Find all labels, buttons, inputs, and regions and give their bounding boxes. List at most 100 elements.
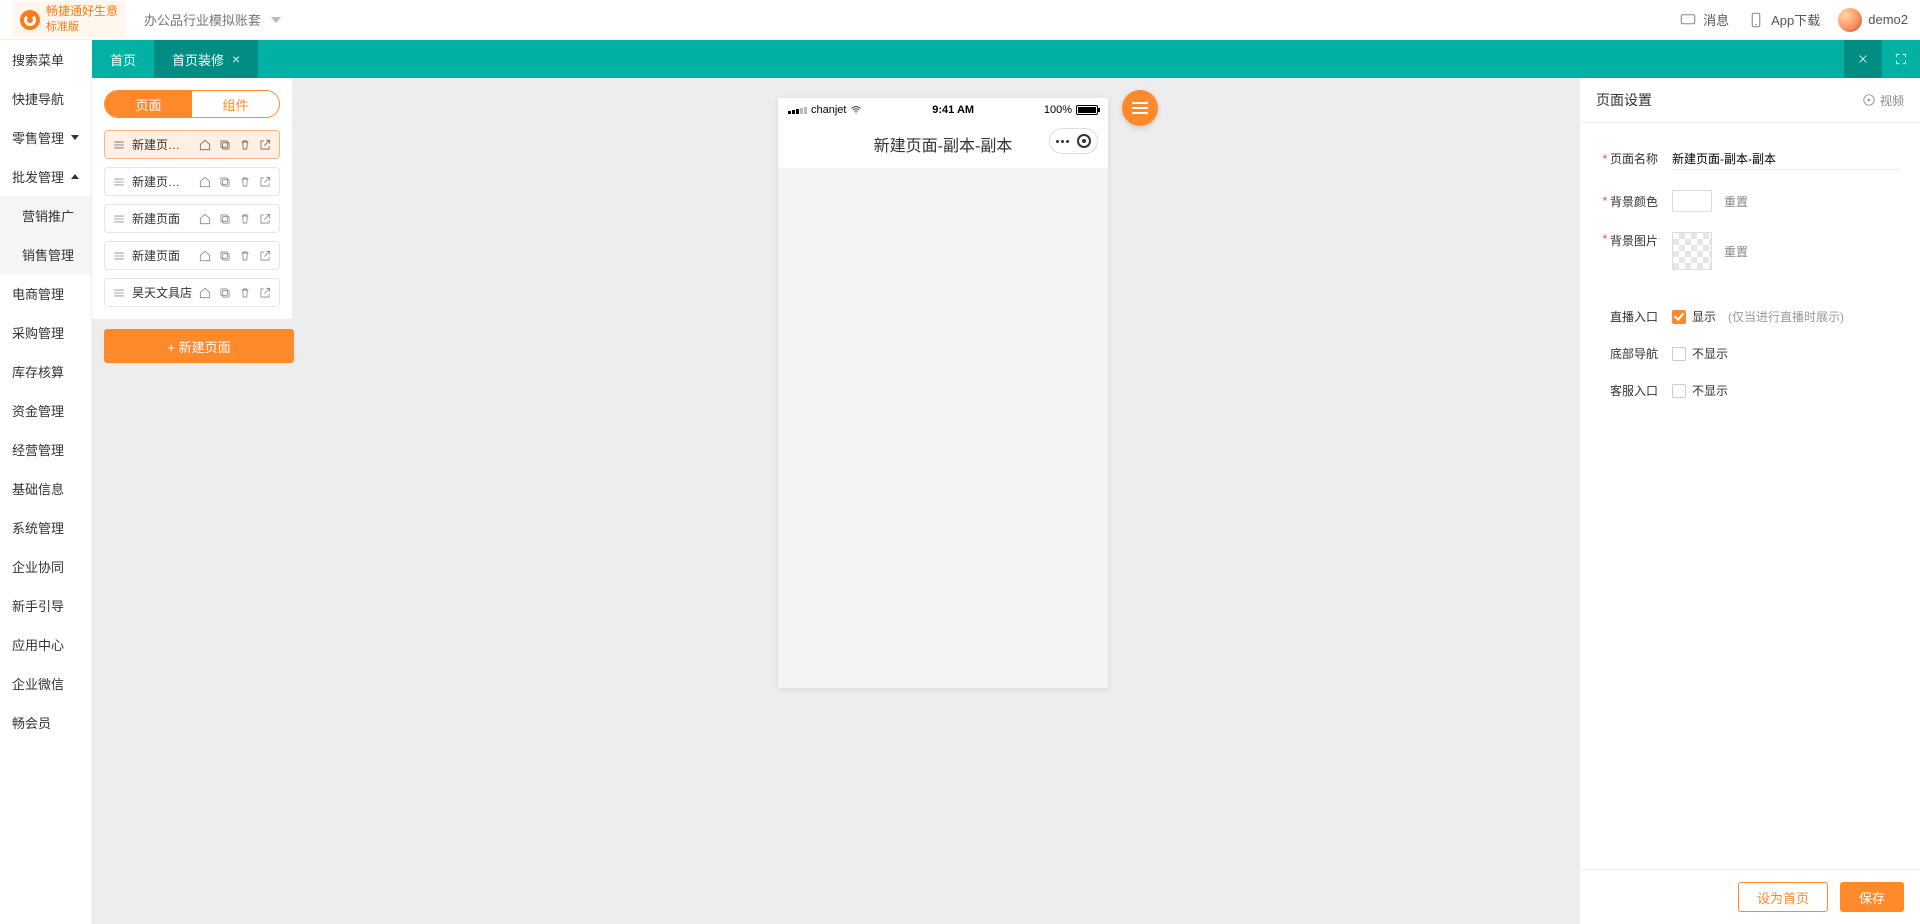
page-list-item[interactable]: 新建页面-副本...: [104, 130, 280, 159]
phone-icon: [1747, 11, 1765, 29]
home-icon[interactable]: [198, 138, 212, 152]
tab-page-decor[interactable]: 首页装修 ×: [154, 40, 258, 78]
carrier-label: chanjet: [811, 104, 846, 116]
topbar-user[interactable]: demo2: [1838, 8, 1908, 32]
home-icon[interactable]: [198, 175, 212, 189]
new-page-button[interactable]: + 新建页面: [104, 329, 294, 363]
sidebar-item-3[interactable]: 批发管理: [0, 157, 91, 196]
delete-icon[interactable]: [238, 175, 252, 189]
external-link-icon[interactable]: [258, 175, 272, 189]
account-selector-label: 办公品行业模拟账套: [144, 10, 261, 29]
phone-capsule[interactable]: [1049, 128, 1098, 154]
drag-handle-icon[interactable]: [112, 175, 126, 189]
close-icon[interactable]: ×: [232, 51, 240, 67]
seg-page-button[interactable]: 页面: [105, 91, 192, 117]
sidebar-item-6[interactable]: 电商管理: [0, 274, 91, 313]
sidebar-item-label: 企业微信: [12, 674, 64, 693]
settings-title: 页面设置: [1596, 90, 1652, 110]
sidebar-item-label: 零售管理: [12, 128, 64, 147]
bg-color-swatch[interactable]: [1672, 190, 1712, 212]
menu-fab-button[interactable]: [1122, 90, 1158, 126]
delete-icon[interactable]: [238, 138, 252, 152]
fullscreen-button[interactable]: [1882, 40, 1920, 78]
bottom-nav-checkbox[interactable]: 不显示: [1672, 345, 1728, 362]
required-icon: *: [1600, 152, 1610, 166]
drag-handle-icon[interactable]: [112, 138, 126, 152]
sidebar-item-15[interactable]: 应用中心: [0, 625, 91, 664]
delete-icon[interactable]: [238, 286, 252, 300]
page-item-name: 新建页面-副本...: [132, 136, 192, 153]
sidebar-item-label: 库存核算: [12, 362, 64, 381]
page-list-item[interactable]: 新建页面: [104, 241, 280, 270]
drag-handle-icon[interactable]: [112, 212, 126, 226]
external-link-icon[interactable]: [258, 212, 272, 226]
copy-icon[interactable]: [218, 286, 232, 300]
page-list-item[interactable]: 新建页面-副本: [104, 167, 280, 196]
topbar-messages[interactable]: 消息: [1679, 10, 1729, 29]
external-link-icon[interactable]: [258, 138, 272, 152]
delete-icon[interactable]: [238, 212, 252, 226]
chevron-down-icon: [271, 17, 281, 23]
sidebar-item-17[interactable]: 畅会员: [0, 703, 91, 742]
preview-canvas: chanjet 9:41 AM 100% 新建页面-副本-副本: [306, 78, 1580, 924]
save-button[interactable]: 保存: [1840, 882, 1904, 912]
home-icon[interactable]: [198, 286, 212, 300]
sidebar-item-9[interactable]: 资金管理: [0, 391, 91, 430]
copy-icon[interactable]: [218, 175, 232, 189]
page-name-label: 页面名称: [1610, 150, 1672, 167]
phone-body[interactable]: [778, 168, 1108, 688]
sidebar-item-label: 企业协同: [12, 557, 64, 576]
sidebar-item-11[interactable]: 基础信息: [0, 469, 91, 508]
page-name-input[interactable]: [1672, 147, 1900, 170]
external-link-icon[interactable]: [258, 249, 272, 263]
signal-icon: [788, 107, 807, 114]
sidebar-item-8[interactable]: 库存核算: [0, 352, 91, 391]
account-selector[interactable]: 办公品行业模拟账套: [144, 10, 281, 29]
home-icon[interactable]: [198, 249, 212, 263]
sidebar-item-1[interactable]: 快捷导航: [0, 79, 91, 118]
page-list-item[interactable]: 昊天文具店: [104, 278, 280, 307]
external-link-icon[interactable]: [258, 286, 272, 300]
sidebar-item-label: 畅会员: [12, 713, 51, 732]
bg-color-reset[interactable]: 重置: [1724, 193, 1748, 210]
sidebar: 搜索菜单快捷导航零售管理批发管理营销推广销售管理电商管理采购管理库存核算资金管理…: [0, 40, 92, 924]
sidebar-item-5[interactable]: 销售管理: [0, 235, 91, 274]
topbar-download[interactable]: App下载: [1747, 10, 1820, 29]
sidebar-item-13[interactable]: 企业协同: [0, 547, 91, 586]
delete-icon[interactable]: [238, 249, 252, 263]
target-icon: [1077, 134, 1091, 148]
sidebar-item-7[interactable]: 采购管理: [0, 313, 91, 352]
more-icon: [1056, 140, 1069, 143]
set-home-button[interactable]: 设为首页: [1738, 882, 1828, 912]
copy-icon[interactable]: [218, 212, 232, 226]
bg-image-picker[interactable]: [1672, 232, 1712, 270]
seg-component-button[interactable]: 组件: [192, 91, 279, 117]
copy-icon[interactable]: [218, 249, 232, 263]
live-hint: (仅当进行直播时展示): [1728, 308, 1844, 325]
brand-logo[interactable]: 畅捷通好生意 标准版: [12, 1, 126, 38]
sidebar-item-10[interactable]: 经营管理: [0, 430, 91, 469]
copy-icon[interactable]: [218, 138, 232, 152]
tab-home[interactable]: 首页: [92, 40, 154, 78]
drag-handle-icon[interactable]: [112, 249, 126, 263]
video-help-link[interactable]: 视频: [1862, 92, 1904, 109]
sidebar-item-2[interactable]: 零售管理: [0, 118, 91, 157]
live-show-checkbox[interactable]: 显示: [1672, 308, 1716, 325]
drag-handle-icon[interactable]: [112, 286, 126, 300]
sidebar-item-16[interactable]: 企业微信: [0, 664, 91, 703]
tabstrip-close-button[interactable]: [1844, 40, 1882, 78]
home-icon[interactable]: [198, 212, 212, 226]
service-checkbox[interactable]: 不显示: [1672, 382, 1728, 399]
live-entry-label: 直播入口: [1610, 308, 1672, 325]
page-item-name: 新建页面: [132, 247, 192, 264]
page-list-panel: 页面 组件 新建页面-副本...新建页面-副本新建页面新建页面昊天文具店: [92, 78, 292, 319]
sidebar-item-12[interactable]: 系统管理: [0, 508, 91, 547]
bg-image-reset[interactable]: 重置: [1724, 243, 1748, 260]
bottom-nav-label: 底部导航: [1610, 345, 1672, 362]
sidebar-item-4[interactable]: 营销推广: [0, 196, 91, 235]
sidebar-item-0[interactable]: 搜索菜单: [0, 40, 91, 79]
sidebar-item-14[interactable]: 新手引导: [0, 586, 91, 625]
bg-color-label: 背景颜色: [1610, 193, 1672, 210]
page-list-item[interactable]: 新建页面: [104, 204, 280, 233]
sidebar-item-label: 销售管理: [22, 245, 74, 264]
